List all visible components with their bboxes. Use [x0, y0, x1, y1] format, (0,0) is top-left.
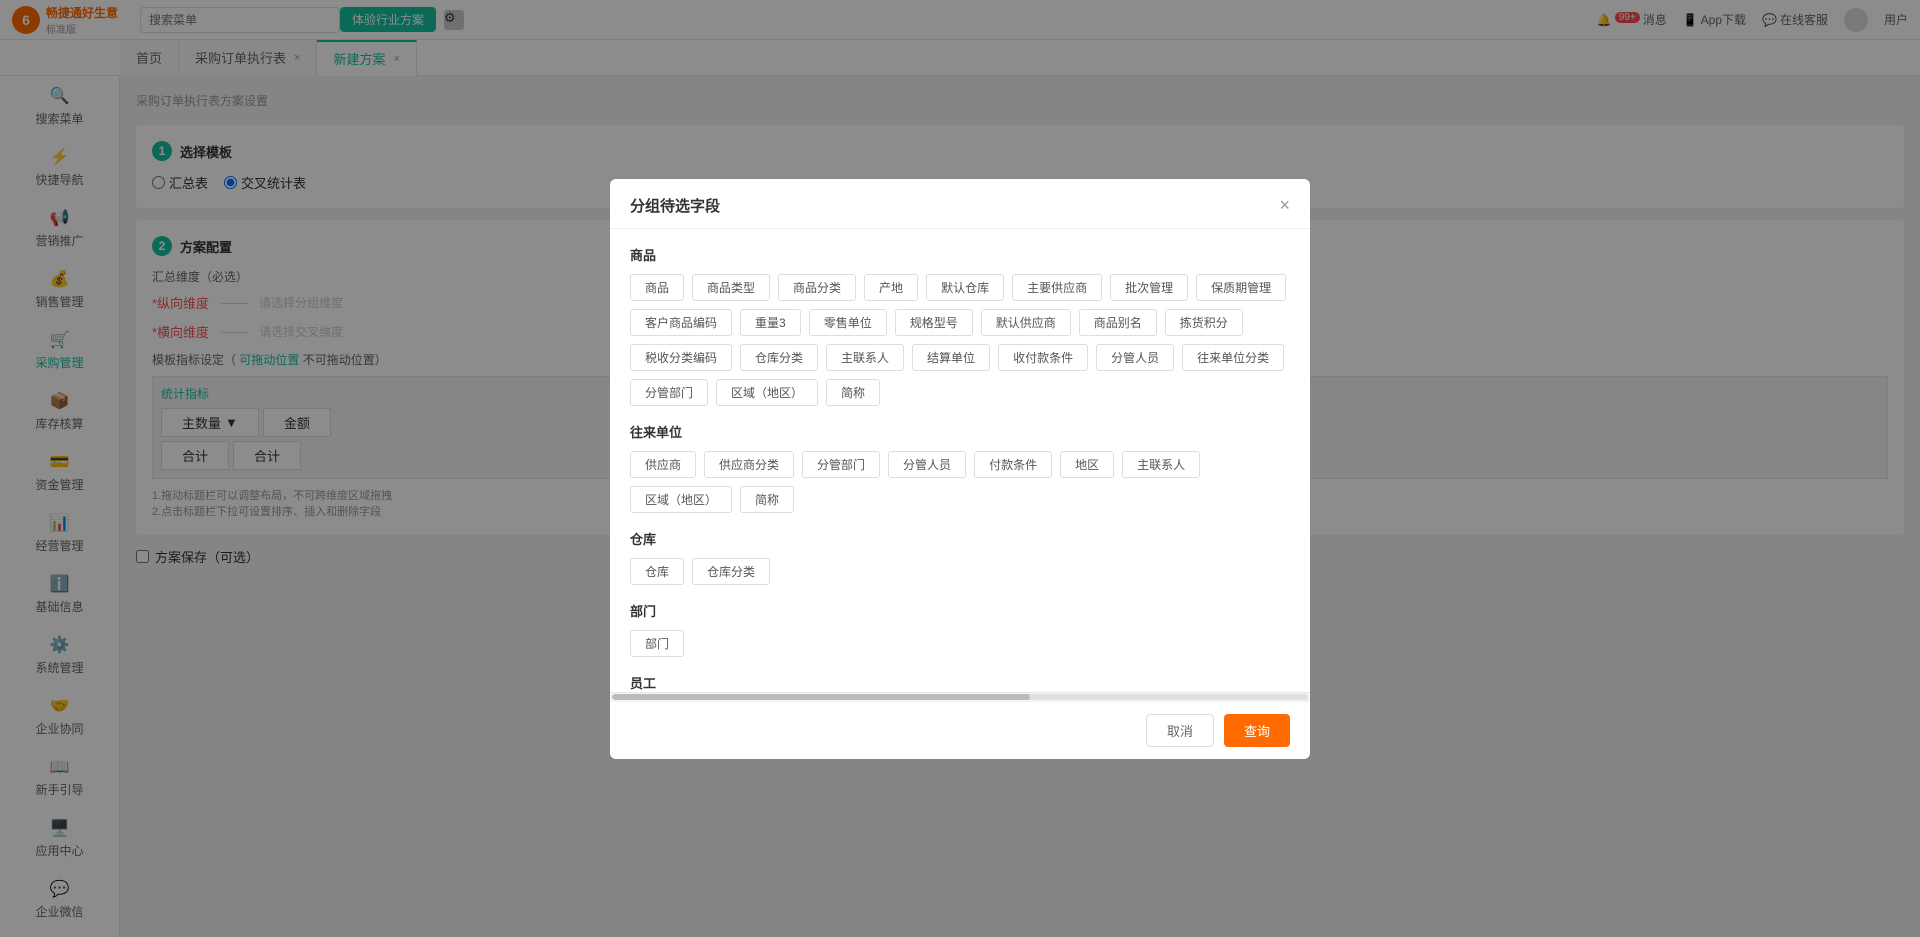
tag-product-14[interactable]: 拣货积分 [1165, 309, 1243, 336]
modal-close-button[interactable]: × [1279, 195, 1290, 216]
tag-partner-1[interactable]: 供应商分类 [704, 451, 794, 478]
tag-product-8[interactable]: 客户商品编码 [630, 309, 732, 336]
tag-product-15[interactable]: 税收分类编码 [630, 344, 732, 371]
cancel-button[interactable]: 取消 [1146, 714, 1214, 747]
horizontal-scrollbar-area[interactable] [610, 692, 1310, 701]
tag-partner-6[interactable]: 主联系人 [1122, 451, 1200, 478]
section-employee-title: 员工 [630, 673, 1290, 692]
modal-footer: 取消 查询 [610, 701, 1310, 759]
tag-partner-2[interactable]: 分管部门 [802, 451, 880, 478]
tag-warehouse-0[interactable]: 仓库 [630, 558, 684, 585]
section-warehouse-title: 仓库 [630, 529, 1290, 548]
tag-product-22[interactable]: 分管部门 [630, 379, 708, 406]
modal-title: 分组待选字段 [630, 195, 720, 216]
section-dept-tags: 部门 [630, 630, 1290, 657]
tag-product-24[interactable]: 简称 [826, 379, 880, 406]
tag-product-9[interactable]: 重量3 [740, 309, 801, 336]
section-warehouse-tags: 仓库 仓库分类 [630, 558, 1290, 585]
tag-product-17[interactable]: 主联系人 [826, 344, 904, 371]
tag-product-13[interactable]: 商品别名 [1079, 309, 1157, 336]
section-dept-title: 部门 [630, 601, 1290, 620]
horizontal-scrollbar-thumb[interactable] [612, 694, 1030, 700]
tag-product-12[interactable]: 默认供应商 [981, 309, 1071, 336]
tag-product-11[interactable]: 规格型号 [895, 309, 973, 336]
tag-product-7[interactable]: 保质期管理 [1196, 274, 1286, 301]
tag-product-2[interactable]: 商品分类 [778, 274, 856, 301]
tag-product-5[interactable]: 主要供应商 [1012, 274, 1102, 301]
tag-dept-0[interactable]: 部门 [630, 630, 684, 657]
tag-product-21[interactable]: 往来单位分类 [1182, 344, 1284, 371]
field-select-modal: 分组待选字段 × 商品 商品 商品类型 商品分类 产地 默认仓库 主要供应商 批… [610, 179, 1310, 759]
confirm-button[interactable]: 查询 [1224, 714, 1290, 747]
tag-partner-3[interactable]: 分管人员 [888, 451, 966, 478]
section-employee: 员工 业务员 [630, 673, 1290, 692]
section-partner: 往来单位 供应商 供应商分类 分管部门 分管人员 付款条件 地区 主联系人 区域… [630, 422, 1290, 513]
horizontal-scrollbar-track [612, 694, 1308, 700]
modal-header: 分组待选字段 × [610, 179, 1310, 229]
tag-product-4[interactable]: 默认仓库 [926, 274, 1004, 301]
tag-product-18[interactable]: 结算单位 [912, 344, 990, 371]
modal-body: 商品 商品 商品类型 商品分类 产地 默认仓库 主要供应商 批次管理 保质期管理… [610, 229, 1310, 692]
tag-partner-7[interactable]: 区域（地区） [630, 486, 732, 513]
section-warehouse: 仓库 仓库 仓库分类 [630, 529, 1290, 585]
section-dept: 部门 部门 [630, 601, 1290, 657]
tag-product-3[interactable]: 产地 [864, 274, 918, 301]
tag-product-16[interactable]: 仓库分类 [740, 344, 818, 371]
tag-partner-0[interactable]: 供应商 [630, 451, 696, 478]
tag-partner-8[interactable]: 简称 [740, 486, 794, 513]
tag-product-19[interactable]: 收付款条件 [998, 344, 1088, 371]
section-partner-tags: 供应商 供应商分类 分管部门 分管人员 付款条件 地区 主联系人 区域（地区） … [630, 451, 1290, 513]
tag-product-6[interactable]: 批次管理 [1110, 274, 1188, 301]
tag-partner-4[interactable]: 付款条件 [974, 451, 1052, 478]
tag-product-20[interactable]: 分管人员 [1096, 344, 1174, 371]
modal-overlay: 分组待选字段 × 商品 商品 商品类型 商品分类 产地 默认仓库 主要供应商 批… [0, 0, 1920, 937]
tag-partner-5[interactable]: 地区 [1060, 451, 1114, 478]
tag-product-10[interactable]: 零售单位 [809, 309, 887, 336]
section-product-title: 商品 [630, 245, 1290, 264]
section-product: 商品 商品 商品类型 商品分类 产地 默认仓库 主要供应商 批次管理 保质期管理… [630, 245, 1290, 406]
tag-product-0[interactable]: 商品 [630, 274, 684, 301]
tag-product-23[interactable]: 区域（地区） [716, 379, 818, 406]
tag-product-1[interactable]: 商品类型 [692, 274, 770, 301]
tag-warehouse-1[interactable]: 仓库分类 [692, 558, 770, 585]
section-product-tags: 商品 商品类型 商品分类 产地 默认仓库 主要供应商 批次管理 保质期管理 客户… [630, 274, 1290, 406]
section-partner-title: 往来单位 [630, 422, 1290, 441]
